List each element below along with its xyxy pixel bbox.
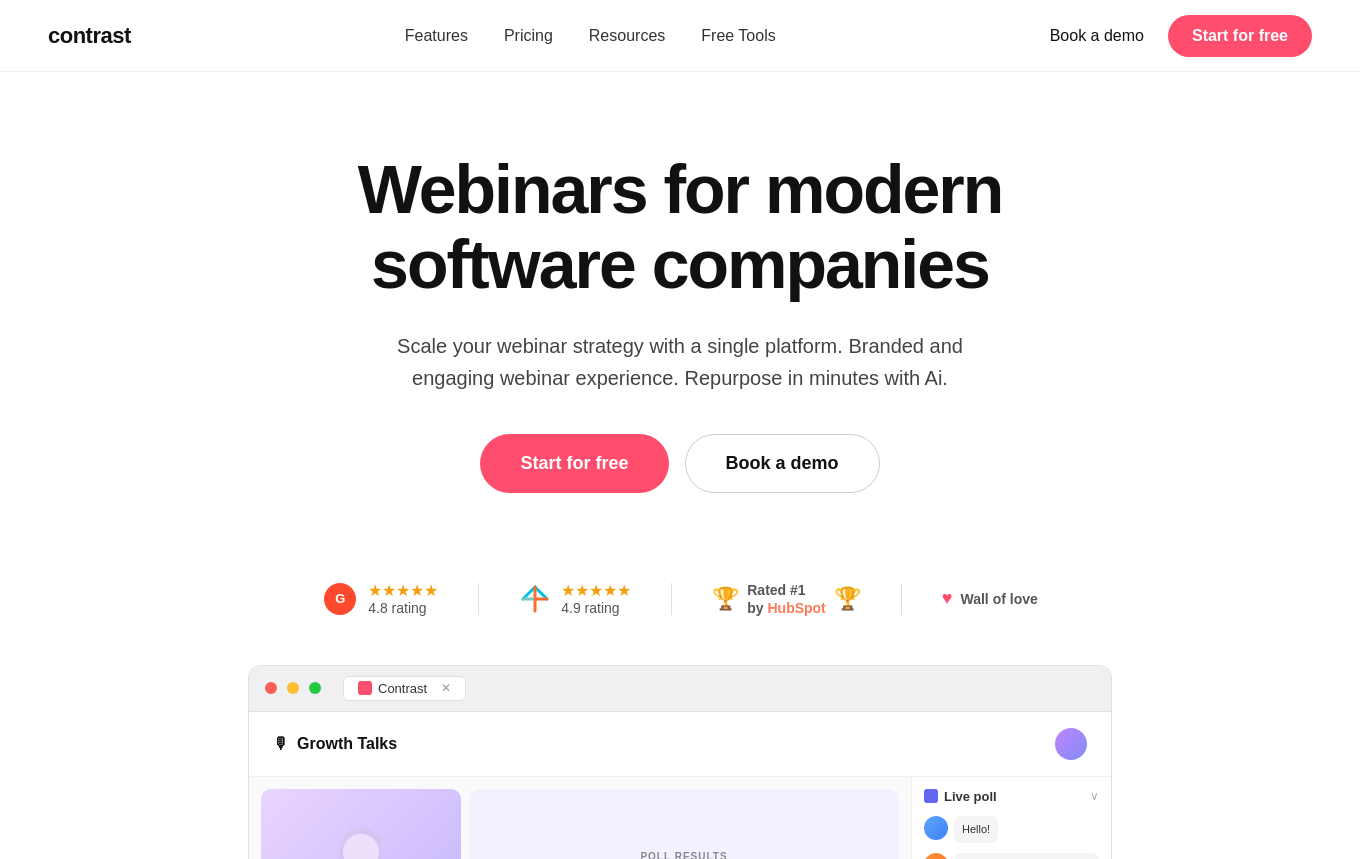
chat-bubble-1: Hello! — [954, 816, 998, 843]
capterra-rating-detail: ★★★★★ 4.9 rating — [561, 581, 631, 616]
g2-score-text: 4.8 rating — [368, 600, 438, 616]
poll-panel: POLL RESULTS Which marketing channel has… — [469, 789, 899, 859]
capterra-stars: ★★★★★ — [561, 581, 631, 600]
nav-pricing[interactable]: Pricing — [504, 27, 553, 44]
browser-frame: Contrast ✕ 🎙 Growth Talks — [248, 665, 1112, 859]
hero-cta-buttons: Start for free Book a demo — [278, 434, 1082, 493]
browser-content: 🎙 Growth Talks — [249, 712, 1111, 859]
nav-resources[interactable]: Resources — [589, 27, 665, 44]
webinar-icon: 🎙 — [273, 735, 289, 753]
window-maximize-dot — [309, 682, 321, 694]
window-close-dot — [265, 682, 277, 694]
g2-rating-detail: ★★★★★ 4.8 rating — [368, 581, 438, 616]
chat-header: Live poll ∨ — [924, 789, 1099, 804]
window-minimize-dot — [287, 682, 299, 694]
video-area: POLL RESULTS Which marketing channel has… — [249, 777, 911, 859]
tab-close-icon[interactable]: ✕ — [441, 681, 451, 695]
app-main-area: 🎙 Growth Talks — [249, 712, 1111, 859]
rated-by: by HubSpot — [747, 599, 826, 617]
chat-panel-title: Live poll — [924, 789, 997, 804]
chat-avatar-1 — [924, 816, 948, 840]
capterra-logo-icon — [519, 583, 551, 615]
laurel-left-icon: 🏆 — [712, 586, 739, 612]
hubspot-rating: 🏆 Rated #1 by HubSpot 🏆 — [712, 581, 861, 617]
capterra-score-text: 4.9 rating — [561, 600, 631, 616]
chat-bubble-2: Maxim Where're you joining from? We're i… — [954, 853, 1099, 859]
g2-rating: G ★★★★★ 4.8 rating — [322, 581, 438, 617]
wall-of-love-label: Wall of love — [960, 591, 1037, 607]
nav-book-demo-button[interactable]: Book a demo — [1050, 27, 1144, 45]
g2-logo-icon: G — [322, 581, 358, 617]
hubspot-rating-text: Rated #1 by HubSpot — [747, 581, 826, 617]
poll-results-label: POLL RESULTS — [489, 851, 879, 859]
tab-favicon-icon — [358, 681, 372, 695]
live-poll-icon — [924, 789, 938, 803]
app-header: 🎙 Growth Talks — [249, 712, 1111, 777]
nav-start-free-button[interactable]: Start for free — [1168, 15, 1312, 57]
capterra-rating: ★★★★★ 4.9 rating — [519, 581, 631, 616]
app-body: POLL RESULTS Which marketing channel has… — [249, 777, 1111, 859]
laurel-right-icon: 🏆 — [834, 586, 861, 612]
chat-message-2: Maxim Where're you joining from? We're i… — [924, 853, 1099, 859]
g2-stars: ★★★★★ — [368, 581, 438, 600]
nav-free-tools[interactable]: Free Tools — [701, 27, 775, 44]
hero-section: Webinars for modern software companies S… — [230, 72, 1130, 581]
browser-tab[interactable]: Contrast ✕ — [343, 676, 466, 701]
speaker-video — [261, 789, 461, 859]
app-preview-section: Contrast ✕ 🎙 Growth Talks — [200, 665, 1160, 859]
host-avatar — [1055, 728, 1087, 760]
navbar: contrast Features Pricing Resources Free… — [0, 0, 1360, 72]
logo-text: contrast — [48, 23, 131, 49]
nav-actions: Book a demo Start for free — [1050, 15, 1312, 57]
divider-2 — [671, 583, 672, 615]
nav-links: Features Pricing Resources Free Tools — [405, 27, 776, 45]
nav-features[interactable]: Features — [405, 27, 468, 44]
chat-sidebar: Live poll ∨ Hello! — [911, 777, 1111, 859]
chat-expand-icon[interactable]: ∨ — [1090, 789, 1099, 803]
heart-icon: ♥ — [942, 588, 953, 609]
divider-3 — [901, 583, 902, 615]
hero-headline: Webinars for modern software companies — [278, 152, 1082, 302]
ratings-bar: G ★★★★★ 4.8 rating ★★★★★ 4.9 rating — [0, 581, 1360, 665]
app-session-title: 🎙 Growth Talks — [273, 735, 397, 753]
hero-subtext: Scale your webinar strategy with a singl… — [370, 330, 990, 394]
rated-number: Rated #1 — [747, 581, 826, 599]
hero-start-free-button[interactable]: Start for free — [480, 434, 668, 493]
wall-of-love[interactable]: ♥ Wall of love — [942, 588, 1038, 609]
chat-message-1: Hello! — [924, 816, 1099, 843]
divider-1 — [478, 583, 479, 615]
browser-titlebar: Contrast ✕ — [249, 666, 1111, 712]
logo[interactable]: contrast — [48, 23, 131, 49]
hero-book-demo-button[interactable]: Book a demo — [685, 434, 880, 493]
tab-label: Contrast — [378, 681, 427, 696]
chat-avatar-2 — [924, 853, 948, 859]
